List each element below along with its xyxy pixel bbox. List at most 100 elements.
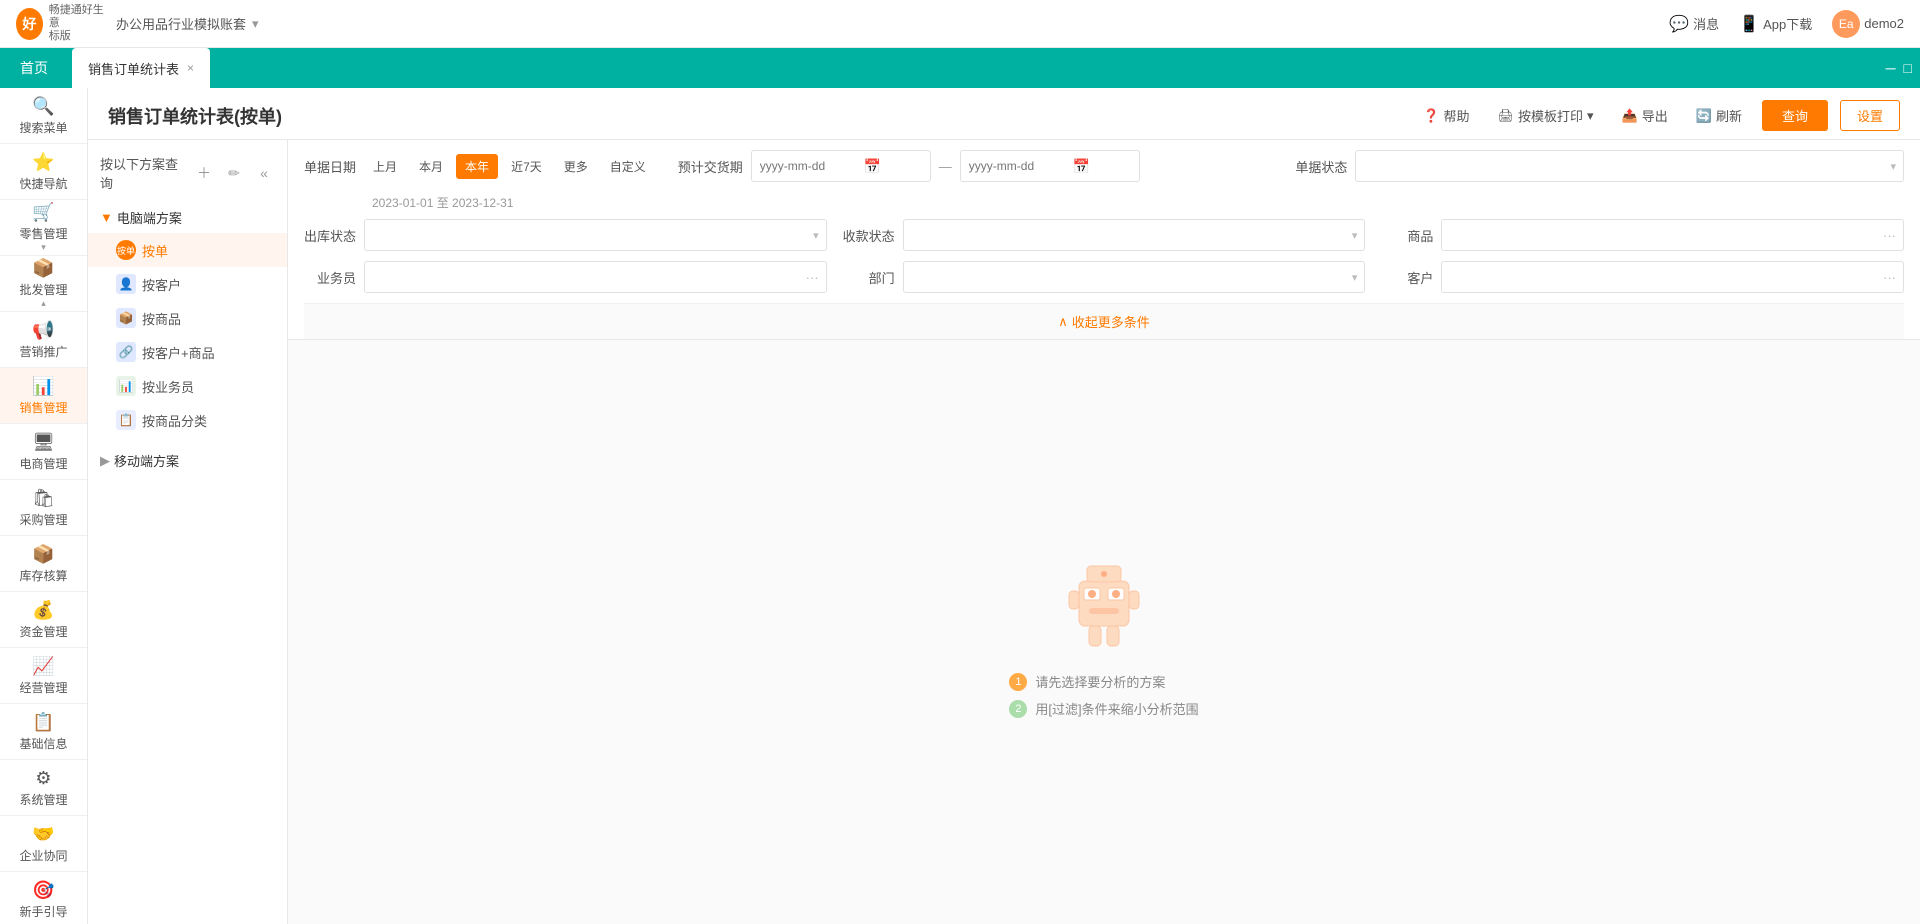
sidebar-item-search-menu[interactable]: 🔍 搜索菜单 bbox=[0, 88, 87, 144]
user-menu[interactable]: Ea demo2 bbox=[1832, 10, 1904, 38]
date-btn-last-7days[interactable]: 近7天 bbox=[502, 154, 551, 179]
scheme-item-by-product-category[interactable]: 📋 按商品分类 bbox=[88, 403, 287, 437]
expected-date-label: 预计交货期 bbox=[671, 157, 743, 176]
finance-icon: 💰 bbox=[32, 600, 54, 621]
scheme-item-by-customer[interactable]: 👤 按客户 bbox=[88, 267, 287, 301]
bill-date-label: 单据日期 bbox=[304, 157, 356, 176]
expected-date-start-wrap[interactable]: 📅 bbox=[751, 150, 931, 182]
page-title: 销售订单统计表(按单) bbox=[108, 103, 282, 129]
sidebar-item-quick-nav[interactable]: ⭐ 快捷导航 bbox=[0, 144, 87, 200]
mobile-group-header[interactable]: ▶ 移动端方案 bbox=[88, 445, 287, 476]
date-btn-more[interactable]: 更多 bbox=[555, 154, 597, 179]
sidebar-item-ecommerce[interactable]: 🖥 电商管理 bbox=[0, 424, 87, 480]
sidebar-item-wholesale-mgmt[interactable]: 📦 批发管理 ▴ bbox=[0, 256, 87, 312]
expected-date-end-wrap[interactable]: 📅 bbox=[960, 150, 1140, 182]
sidebar-item-retail-mgmt[interactable]: 🛒 零售管理 ▾ bbox=[0, 200, 87, 256]
scheme-item-by-salesperson[interactable]: 📊 按业务员 bbox=[88, 369, 287, 403]
collapse-bar[interactable]: ∧ 收起更多条件 bbox=[304, 303, 1904, 339]
print-icon: 🖨 bbox=[1498, 108, 1515, 124]
logo-icon: 好 bbox=[16, 8, 43, 40]
date-range-display: 2023-01-01 至 2023-12-31 bbox=[304, 192, 1904, 219]
by-salesperson-icon: 📊 bbox=[116, 376, 136, 396]
calendar-start-icon[interactable]: 📅 bbox=[864, 158, 881, 175]
payment-status-label: 收款状态 bbox=[843, 226, 895, 245]
date-btn-last-month[interactable]: 上月 bbox=[364, 154, 406, 179]
help-btn[interactable]: ❓ 帮助 bbox=[1415, 102, 1477, 129]
product-input-wrap: ··· bbox=[1441, 219, 1904, 251]
shipment-status-input[interactable] bbox=[364, 219, 827, 251]
expected-date-end-input[interactable] bbox=[969, 159, 1069, 173]
wholesale-mgmt-icon: 📦 bbox=[32, 258, 54, 279]
topbar-actions: 💬 消息 📱 App下载 Ea demo2 bbox=[1669, 10, 1904, 38]
payment-status-input[interactable] bbox=[903, 219, 1366, 251]
collapse-panel-btn[interactable]: « bbox=[253, 162, 275, 184]
scheme-item-by-product[interactable]: 📦 按商品 bbox=[88, 301, 287, 335]
avatar: Ea bbox=[1832, 10, 1860, 38]
tab-home[interactable]: 首页 bbox=[0, 48, 68, 88]
calendar-end-icon[interactable]: 📅 bbox=[1073, 158, 1090, 175]
shipment-status-field: 出库状态 ▾ bbox=[304, 219, 827, 251]
shipment-status-label: 出库状态 bbox=[304, 226, 356, 245]
app-download-btn[interactable]: 📱 App下载 bbox=[1739, 14, 1812, 34]
department-input[interactable] bbox=[903, 261, 1366, 293]
topbar: 好 畅捷通好生意 标版 办公用品行业模拟账套 ▾ 💬 消息 📱 App下载 Ea… bbox=[0, 0, 1920, 48]
sidebar-item-finance[interactable]: 💰 资金管理 bbox=[0, 592, 87, 648]
query-btn[interactable]: 查询 bbox=[1762, 100, 1828, 131]
marketing-icon: 📢 bbox=[32, 320, 54, 341]
salesperson-input[interactable] bbox=[364, 261, 827, 293]
settings-btn[interactable]: 设置 bbox=[1840, 100, 1900, 131]
date-btn-custom[interactable]: 自定义 bbox=[601, 154, 655, 179]
filter-row-2: 出库状态 ▾ 收款状态 ▾ bbox=[304, 219, 1904, 251]
export-btn[interactable]: 📤 导出 bbox=[1614, 102, 1676, 129]
tip-num-2: 2 bbox=[1009, 700, 1027, 718]
system-mgmt-icon: ⚙ bbox=[35, 768, 51, 789]
page-actions: ❓ 帮助 🖨 按模板打印 ▾ 📤 导出 🔄 刷新 查询 设置 bbox=[1415, 100, 1900, 131]
template-print-btn[interactable]: 🖨 按模板打印 ▾ bbox=[1490, 102, 1602, 129]
sidebar-item-enterprise[interactable]: 🤝 企业协同 bbox=[0, 816, 87, 872]
sidebar-item-marketing[interactable]: 📢 营销推广 bbox=[0, 312, 87, 368]
refresh-btn[interactable]: 🔄 刷新 bbox=[1688, 102, 1750, 129]
desktop-group-header[interactable]: ▼ 电脑端方案 bbox=[88, 202, 287, 233]
sidebar-item-basic-info[interactable]: 📋 基础信息 bbox=[0, 704, 87, 760]
new-guide-icon: 🎯 bbox=[32, 880, 54, 901]
sidebar-item-system-mgmt[interactable]: ⚙ 系统管理 bbox=[0, 760, 87, 816]
app-download-icon: 📱 bbox=[1739, 14, 1759, 34]
salesperson-field: 业务员 ··· bbox=[304, 261, 827, 293]
customer-label: 客户 bbox=[1381, 268, 1433, 287]
sidebar-item-purchase-mgmt[interactable]: 🛍 采购管理 bbox=[0, 480, 87, 536]
app-title[interactable]: 办公用品行业模拟账套 ▾ bbox=[116, 14, 1669, 33]
product-input[interactable] bbox=[1441, 219, 1904, 251]
payment-status-field: 收款状态 ▾ bbox=[843, 219, 1366, 251]
customer-input[interactable] bbox=[1441, 261, 1904, 293]
date-btn-this-month[interactable]: 本月 bbox=[410, 154, 452, 179]
department-input-wrap: ▾ bbox=[903, 261, 1366, 293]
sidebar-item-sales-mgmt[interactable]: 📊 销售管理 bbox=[0, 368, 87, 424]
bill-status-label: 单据状态 bbox=[1295, 157, 1347, 176]
tab-sales-order-stats[interactable]: 销售订单统计表 × bbox=[72, 48, 210, 88]
by-product-category-icon: 📋 bbox=[116, 410, 136, 430]
operations-icon: 📈 bbox=[32, 656, 54, 677]
date-btn-group: 上月 本月 本年 近7天 更多 自定义 bbox=[364, 154, 655, 179]
tab-minimize-icon[interactable]: ─ bbox=[1886, 60, 1896, 76]
dropdown-icon[interactable]: ▾ bbox=[252, 16, 259, 32]
help-icon: ❓ bbox=[1423, 108, 1439, 124]
bill-status-field: 单据状态 ▾ bbox=[1295, 150, 1904, 182]
print-dropdown-icon: ▾ bbox=[1587, 108, 1594, 124]
edit-scheme-btn[interactable]: ✏ bbox=[223, 162, 245, 184]
scheme-item-by-order[interactable]: 按单 按单 bbox=[88, 233, 287, 267]
expected-date-start-input[interactable] bbox=[760, 159, 860, 173]
tab-close-icon[interactable]: × bbox=[187, 61, 194, 75]
sidebar-item-operations[interactable]: 📈 经营管理 bbox=[0, 648, 87, 704]
message-btn[interactable]: 💬 消息 bbox=[1669, 14, 1719, 34]
add-scheme-btn[interactable]: ＋ bbox=[193, 162, 215, 184]
date-btn-this-year[interactable]: 本年 bbox=[456, 154, 498, 179]
export-icon: 📤 bbox=[1622, 108, 1638, 124]
scheme-item-by-customer-product[interactable]: 🔗 按客户+商品 bbox=[88, 335, 287, 369]
sidebar-item-new-guide[interactable]: 🎯 新手引导 bbox=[0, 872, 87, 924]
bill-status-input[interactable] bbox=[1355, 150, 1904, 182]
page-header: 销售订单统计表(按单) ❓ 帮助 🖨 按模板打印 ▾ 📤 导出 🔄 刷新 bbox=[88, 88, 1920, 140]
quick-nav-icon: ⭐ bbox=[32, 152, 54, 173]
tab-maximize-icon[interactable]: □ bbox=[1904, 60, 1912, 76]
sidebar-item-inventory[interactable]: 📦 库存核算 bbox=[0, 536, 87, 592]
bill-date-field: 单据日期 上月 本月 本年 近7天 更多 自定义 bbox=[304, 154, 655, 179]
